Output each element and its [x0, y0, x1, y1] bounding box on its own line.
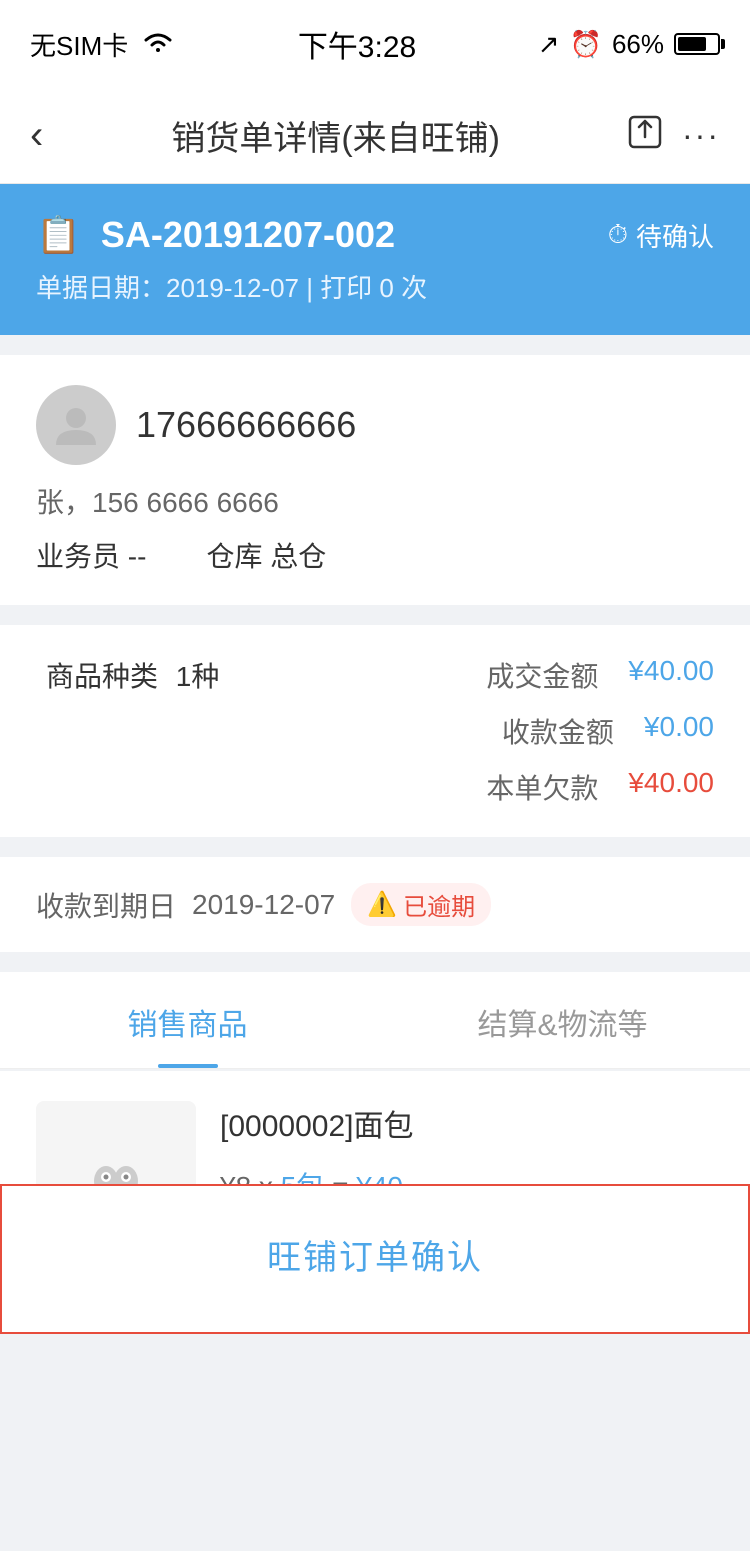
overdue-badge: ⚠️ 已逾期	[351, 883, 491, 926]
due-date-label: 收款到期日	[36, 885, 176, 925]
balance-row: 本单欠款 ¥40.00	[486, 767, 714, 807]
summary-section: 商品种类 1种 成交金额 ¥40.00 收款金额 ¥0.00 本单欠款 ¥40.…	[0, 625, 750, 837]
location-icon: ↗	[538, 29, 560, 60]
nav-bar: ‹ 销货单详情(来自旺铺) ···	[0, 88, 750, 184]
balance-value: ¥40.00	[628, 767, 714, 807]
more-button[interactable]: ···	[682, 117, 720, 154]
carrier-label: 无SIM卡	[30, 26, 128, 63]
customer-name: 张，156 6666 6666	[36, 481, 714, 521]
customer-meta: 业务员 -- 仓库 总仓	[36, 535, 714, 575]
customer-section: 17666666666 张，156 6666 6666 业务员 -- 仓库 总仓	[0, 355, 750, 605]
product-name: [0000002]面包	[220, 1101, 714, 1145]
status-right: ↗ ⏰ 66%	[538, 29, 720, 60]
avatar	[36, 385, 116, 465]
nav-right: ···	[628, 115, 720, 157]
tab-sales-product[interactable]: 销售商品	[0, 972, 375, 1068]
transaction-label: 成交金额	[486, 655, 598, 695]
due-date-value: 2019-12-07	[192, 889, 335, 921]
order-id: 📋 SA-20191207-002	[36, 214, 395, 256]
due-section: 收款到期日 2019-12-07 ⚠️ 已逾期	[0, 857, 750, 952]
status-bar: 无SIM卡 下午3:28 ↗ ⏰ 66%	[0, 0, 750, 88]
nav-left: ‹	[30, 113, 43, 158]
clock-icon: ⏱	[608, 219, 628, 251]
product-type-item: 商品种类 1种	[36, 655, 219, 695]
customer-phone: 17666666666	[136, 404, 356, 446]
summary-right: 成交金额 ¥40.00 收款金额 ¥0.00 本单欠款 ¥40.00	[486, 655, 714, 807]
received-value: ¥0.00	[644, 711, 714, 751]
transaction-value: ¥40.00	[628, 655, 714, 695]
received-label: 收款金额	[502, 711, 614, 751]
balance-label: 本单欠款	[486, 767, 598, 807]
share-button[interactable]	[628, 115, 662, 157]
warning-icon: ⚠️	[367, 890, 397, 919]
wifi-icon	[140, 28, 176, 61]
customer-row: 17666666666	[36, 385, 714, 465]
order-status: ⏱ 待确认	[608, 217, 714, 254]
alarm-icon: ⏰	[570, 29, 602, 60]
warehouse-label: 仓库 总仓	[206, 535, 326, 575]
order-banner: 📋 SA-20191207-002 ⏱ 待确认 单据日期：2019-12-07 …	[0, 184, 750, 335]
order-id-row: 📋 SA-20191207-002 ⏱ 待确认	[36, 214, 714, 256]
tab-settlement[interactable]: 结算&物流等	[375, 972, 750, 1068]
order-date: 单据日期：2019-12-07 | 打印 0 次	[36, 268, 714, 305]
status-time: 下午3:28	[298, 22, 416, 66]
status-left: 无SIM卡	[30, 26, 176, 63]
back-button[interactable]: ‹	[30, 113, 43, 158]
received-row: 收款金额 ¥0.00	[502, 711, 714, 751]
transaction-row: 成交金额 ¥40.00	[486, 655, 714, 695]
salesperson-label: 业务员 --	[36, 535, 146, 575]
battery-icon	[674, 33, 720, 55]
tabs-section: 销售商品 结算&物流等	[0, 972, 750, 1069]
confirm-btn-wrapper: 旺铺订单确认	[0, 1184, 750, 1334]
battery-text: 66%	[612, 29, 664, 60]
confirm-button[interactable]: 旺铺订单确认	[38, 1206, 712, 1302]
summary-left: 商品种类 1种	[36, 655, 219, 695]
page-title: 销货单详情(来自旺铺)	[171, 111, 500, 160]
